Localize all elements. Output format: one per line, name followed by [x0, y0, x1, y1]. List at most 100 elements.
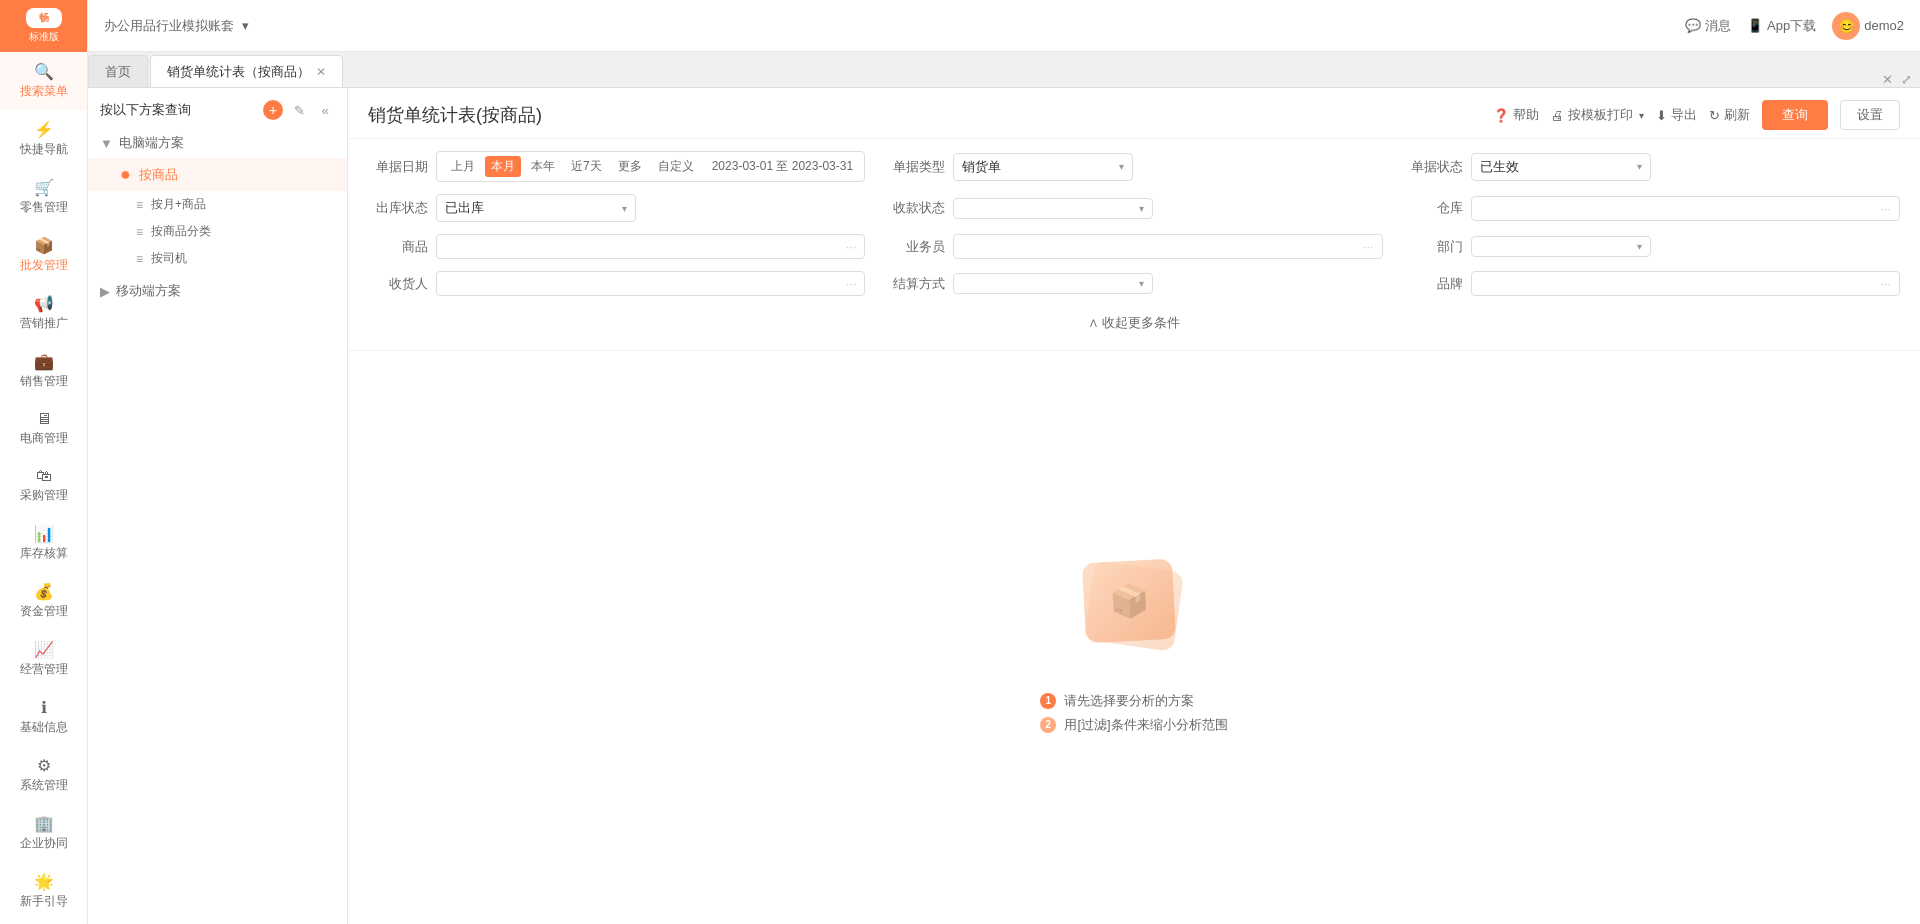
tab-label: 首页 [105, 63, 131, 81]
setting-btn[interactable]: 设置 [1840, 100, 1900, 130]
empty-box-front: 📦 [1082, 558, 1176, 643]
product-input[interactable]: ··· [436, 234, 865, 259]
nav-icon: ⚡ [34, 120, 54, 139]
tab-close-btn[interactable]: ✕ [316, 65, 326, 79]
user-profile-btn[interactable]: 😊 demo2 [1832, 12, 1904, 40]
collapse-filters-btn[interactable]: ∧ 收起更多条件 [368, 308, 1900, 338]
scheme-group-header-mobile[interactable]: ▶ 移动端方案 [88, 276, 347, 306]
edit-scheme-btn[interactable]: ✎ [289, 100, 309, 120]
payment-status-label: 收款状态 [885, 199, 945, 217]
scheme-item-by-product[interactable]: ● 按商品 [88, 158, 347, 191]
sidebar-item-ecommerce[interactable]: 🖥 电商管理 [0, 400, 87, 457]
export-btn[interactable]: ⬇ 导出 [1656, 106, 1697, 124]
salesperson-label: 业务员 [885, 238, 945, 256]
date-range-value: 2023-03-01 至 2023-03-31 [712, 158, 853, 175]
sidebar-item-finance[interactable]: 💰 资金管理 [0, 572, 87, 630]
help-label: 帮助 [1513, 106, 1539, 124]
topbar: 办公用品行业模拟账套 ▾ 💬 消息 📱 App下载 😊 demo2 [88, 0, 1920, 52]
collapse-panel-btn[interactable]: « [315, 100, 335, 120]
salesperson-input[interactable]: ··· [953, 234, 1382, 259]
app-download-btn[interactable]: 📱 App下载 [1747, 17, 1816, 35]
topbar-title: 办公用品行业模拟账套 ▾ [104, 17, 1673, 35]
sidebar-item-basic[interactable]: ℹ 基础信息 [0, 688, 87, 746]
settlement-arrow: ▾ [1139, 278, 1144, 289]
date-tab-last-month[interactable]: 上月 [445, 156, 481, 177]
list-icon: ≡ [136, 225, 143, 239]
date-tab-more[interactable]: 更多 [612, 156, 648, 177]
sidebar-item-system[interactable]: ⚙ 系统管理 [0, 746, 87, 804]
salesperson-dots[interactable]: ··· [1363, 239, 1374, 254]
topbar-dropdown[interactable]: ▾ [242, 18, 249, 33]
close-window-btn[interactable]: ✕ [1882, 72, 1893, 87]
product-dots[interactable]: ··· [845, 239, 856, 254]
product-label: 商品 [368, 238, 428, 256]
tabbar: 首页 销货单统计表（按商品） ✕ ✕ ⤢ [88, 52, 1920, 88]
receiver-input[interactable]: ··· [436, 271, 865, 296]
print-btn[interactable]: 🖨 按模板打印 ▾ [1551, 106, 1644, 124]
wholesale-icon: 📦 [34, 236, 54, 255]
payment-status-select[interactable]: ▾ [953, 198, 1153, 219]
sidebar-item-marketing[interactable]: 📢 营销推广 [0, 284, 87, 342]
sidebar-item-wholesale[interactable]: 📦 批发管理 [0, 226, 87, 284]
sidebar-item-newbie[interactable]: 🌟 新手引导 [0, 862, 87, 920]
empty-box-icon: 📦 [1108, 580, 1150, 620]
date-tab-custom[interactable]: 自定义 [652, 156, 700, 177]
scheme-group-desktop: ▼ 电脑端方案 ● 按商品 ≡ 按月+商品 ≡ 按商品分类 ≡ 按司机 [88, 128, 347, 272]
scheme-item-by-month-product[interactable]: ≡ 按月+商品 [88, 191, 347, 218]
date-tab-this-year[interactable]: 本年 [525, 156, 561, 177]
page-actions: ❓ 帮助 🖨 按模板打印 ▾ ⬇ 导出 ↻ 刷新 [1493, 100, 1900, 130]
brand-input[interactable]: ··· [1471, 271, 1900, 296]
filter-doc-status: 单据状态 已生效 ▾ [1403, 153, 1900, 181]
brand-dots[interactable]: ··· [1880, 276, 1891, 291]
tab-sales-stat[interactable]: 销货单统计表（按商品） ✕ [150, 55, 343, 87]
scheme-item-by-product-category[interactable]: ≡ 按商品分类 [88, 218, 347, 245]
empty-illustration: 📦 [1064, 536, 1204, 676]
date-tab-this-month[interactable]: 本月 [485, 156, 521, 177]
refresh-btn[interactable]: ↻ 刷新 [1709, 106, 1750, 124]
inventory-icon: 📊 [34, 524, 54, 543]
warehouse-dots[interactable]: ··· [1880, 201, 1891, 216]
date-tab-last-7[interactable]: 近7天 [565, 156, 608, 177]
out-status-select[interactable]: 已出库 ▾ [436, 194, 636, 222]
hint-dot-1: 1 [1040, 693, 1056, 709]
scheme-item-label: 按商品 [139, 166, 178, 184]
sidebar-item-label: 基础信息 [20, 719, 68, 736]
hint-text-1: 请先选择要分析的方案 [1064, 692, 1194, 710]
sidebar-item-operation[interactable]: 📈 经营管理 [0, 630, 87, 688]
tab-home[interactable]: 首页 [88, 55, 148, 87]
sidebar-item-enterprise[interactable]: 🏢 企业协同 [0, 804, 87, 862]
warehouse-input[interactable]: ··· [1471, 196, 1900, 221]
sidebar-item-label: 搜索菜单 [20, 83, 68, 100]
sidebar-item-purchase[interactable]: 🛍 采购管理 [0, 457, 87, 514]
filter-row-2: 出库状态 已出库 ▾ 收款状态 ▾ 仓库 [368, 194, 1900, 222]
doc-status-value: 已生效 [1480, 158, 1633, 176]
department-select[interactable]: ▾ [1471, 236, 1651, 257]
enterprise-icon: 🏢 [34, 814, 54, 833]
scheme-group-header-desktop[interactable]: ▼ 电脑端方案 [88, 128, 347, 158]
industry-label: 办公用品行业模拟账套 [104, 17, 234, 35]
help-btn[interactable]: ❓ 帮助 [1493, 106, 1539, 124]
print-dropdown-icon[interactable]: ▾ [1639, 110, 1644, 121]
empty-hints: 1 请先选择要分析的方案 2 用[过滤]条件来缩小分析范围 [1040, 692, 1227, 740]
left-panel-title: 按以下方案查询 [100, 101, 191, 119]
sidebar-item-quick-nav[interactable]: ⚡ 快捷导航 [0, 110, 87, 168]
logo-area: 畅 标准版 [0, 0, 87, 52]
settlement-select[interactable]: ▾ [953, 273, 1153, 294]
newbie-icon: 🌟 [34, 872, 54, 891]
doc-status-select[interactable]: 已生效 ▾ [1471, 153, 1651, 181]
sidebar-item-sales[interactable]: 💼 销售管理 [0, 342, 87, 400]
sidebar-item-retail[interactable]: 🛒 零售管理 [0, 168, 87, 226]
department-arrow: ▾ [1637, 241, 1642, 252]
tab-maximize-area: ✕ ⤢ [1882, 72, 1920, 87]
query-btn[interactable]: 查询 [1762, 100, 1828, 130]
sidebar-item-inventory[interactable]: 📊 库存核算 [0, 514, 87, 572]
message-btn[interactable]: 💬 消息 [1685, 17, 1731, 35]
scheme-item-by-cashier[interactable]: ≡ 按司机 [88, 245, 347, 272]
doc-type-select[interactable]: 销货单 ▾ [953, 153, 1133, 181]
sidebar-item-search-menu[interactable]: 🔍 搜索菜单 [0, 52, 87, 110]
receiver-dots[interactable]: ··· [845, 276, 856, 291]
maximize-btn[interactable]: ⤢ [1901, 72, 1912, 87]
sidebar-item-app-center[interactable]: 📱 应用中心 [0, 920, 87, 924]
add-scheme-btn[interactable]: + [263, 100, 283, 120]
sidebar-item-label: 采购管理 [20, 487, 68, 504]
